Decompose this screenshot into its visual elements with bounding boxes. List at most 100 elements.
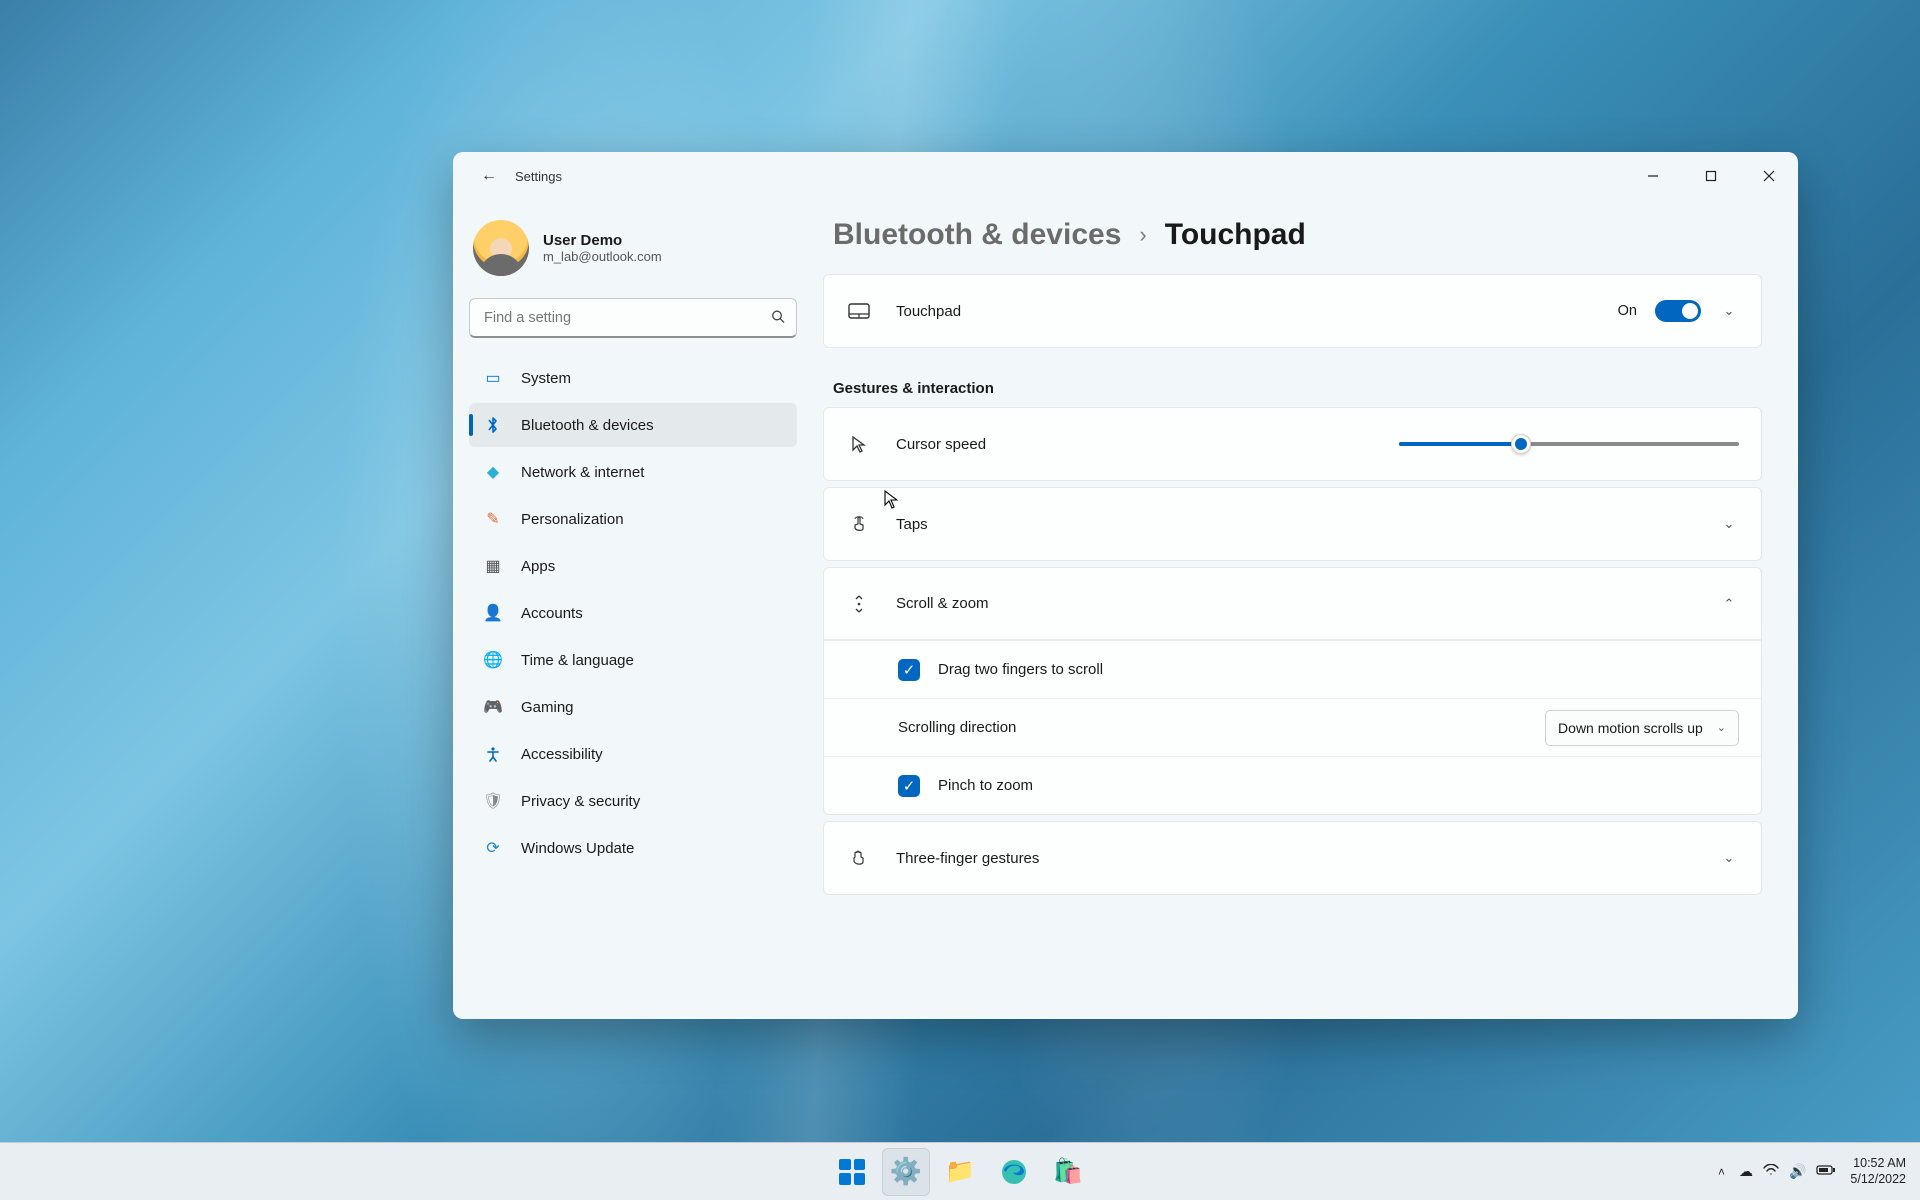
hand-icon	[846, 849, 872, 867]
sidebar-item-system[interactable]: ▭ System	[469, 356, 797, 400]
sidebar-item-time-language[interactable]: 🌐 Time & language	[469, 638, 797, 682]
sidebar-item-label: Privacy & security	[521, 793, 640, 810]
window-controls	[1624, 156, 1798, 196]
cursor-speed-card: Cursor speed	[823, 407, 1762, 481]
taskbar-app-explorer[interactable]: 📁	[936, 1148, 984, 1196]
cursor-speed-slider[interactable]	[1399, 442, 1739, 446]
wifi-icon: ◆	[483, 462, 503, 482]
pinch-zoom-checkbox[interactable]: ✓	[898, 775, 920, 797]
search-icon	[771, 310, 785, 327]
search-input[interactable]	[469, 298, 797, 338]
taskbar-app-store[interactable]: 🛍️	[1044, 1148, 1092, 1196]
sidebar-item-label: Gaming	[521, 699, 574, 716]
battery-icon	[1816, 1163, 1836, 1180]
main-content: Bluetooth & devices › Touchpad Touchpad …	[813, 200, 1798, 1019]
avatar	[473, 220, 529, 276]
chevron-down-icon: ⌄	[1717, 721, 1726, 734]
chevron-down-icon[interactable]: ⌄	[1719, 303, 1739, 319]
touchpad-card: Touchpad On ⌄	[823, 274, 1762, 348]
update-icon: ⟳	[483, 838, 503, 858]
sidebar-item-label: Bluetooth & devices	[521, 417, 654, 434]
volume-icon: 🔊	[1789, 1163, 1806, 1180]
scroll-icon	[846, 594, 872, 614]
taskbar-app-settings[interactable]: ⚙️	[882, 1148, 930, 1196]
arrow-left-icon: ←	[481, 167, 497, 185]
gear-icon: ⚙️	[890, 1156, 922, 1187]
wifi-icon	[1763, 1163, 1779, 1180]
pinch-zoom-label: Pinch to zoom	[938, 777, 1033, 794]
brush-icon: ✎	[483, 509, 503, 529]
drag-two-fingers-row: ✓ Drag two fingers to scroll	[824, 640, 1761, 698]
person-icon: 👤	[483, 603, 503, 623]
bluetooth-icon	[483, 415, 503, 435]
profile-block[interactable]: User Demo m_lab@outlook.com	[469, 212, 797, 286]
taps-row[interactable]: Taps ⌄	[824, 488, 1761, 560]
sidebar-item-accounts[interactable]: 👤 Accounts	[469, 591, 797, 635]
scrolling-direction-dropdown[interactable]: Down motion scrolls up ⌄	[1545, 710, 1739, 746]
windows-icon	[839, 1159, 865, 1185]
chevron-right-icon: ›	[1139, 222, 1146, 248]
taps-card: Taps ⌄	[823, 487, 1762, 561]
tray-expand-icon[interactable]: ˄	[1718, 1165, 1725, 1179]
sidebar-item-label: Personalization	[521, 511, 624, 528]
chevron-down-icon: ⌄	[1719, 850, 1739, 866]
clock-time: 10:52 AM	[1850, 1156, 1906, 1172]
touchpad-icon	[846, 303, 872, 319]
breadcrumb: Bluetooth & devices › Touchpad	[823, 218, 1762, 252]
search-wrap	[469, 298, 797, 338]
taskbar-app-edge[interactable]	[990, 1148, 1038, 1196]
edge-icon	[1000, 1158, 1028, 1186]
nav-list: ▭ System Bluetooth & devices ◆ Network &…	[469, 356, 797, 870]
chevron-down-icon: ⌄	[1719, 516, 1739, 532]
minimize-button[interactable]	[1624, 156, 1682, 196]
globe-icon: 🌐	[483, 650, 503, 670]
slider-fill	[1399, 442, 1521, 446]
tap-icon	[846, 515, 872, 533]
taskbar-right: ˄ ☁ 🔊 10:52 AM 5/12/2022	[1718, 1156, 1906, 1187]
profile-name: User Demo	[543, 232, 662, 249]
cursor-speed-label: Cursor speed	[896, 436, 986, 453]
three-finger-label: Three-finger gestures	[896, 850, 1039, 867]
sidebar: User Demo m_lab@outlook.com ▭ System	[453, 200, 813, 1019]
taskbar: ⚙️ 📁 🛍️ ˄ ☁ 🔊 10:52 AM 5/12/2022	[0, 1142, 1920, 1200]
three-finger-card: Three-finger gestures ⌄	[823, 821, 1762, 895]
system-tray[interactable]: ☁ 🔊	[1739, 1163, 1836, 1180]
sidebar-item-label: Accounts	[521, 605, 583, 622]
onedrive-icon: ☁	[1739, 1163, 1753, 1180]
cursor-icon	[846, 435, 872, 453]
section-gestures-title: Gestures & interaction	[833, 380, 1762, 397]
three-finger-row[interactable]: Three-finger gestures ⌄	[824, 822, 1761, 894]
scrolling-direction-row: Scrolling direction Down motion scrolls …	[824, 698, 1761, 756]
pinch-zoom-row: ✓ Pinch to zoom	[824, 756, 1761, 814]
touchpad-row[interactable]: Touchpad On ⌄	[824, 275, 1761, 347]
sidebar-item-privacy-security[interactable]: 🛡 Privacy & security	[469, 779, 797, 823]
slider-thumb[interactable]	[1511, 434, 1531, 454]
scroll-zoom-row[interactable]: Scroll & zoom ⌃	[824, 568, 1761, 640]
sidebar-item-label: Network & internet	[521, 464, 644, 481]
apps-icon: ▦	[483, 556, 503, 576]
folder-icon: 📁	[945, 1157, 975, 1186]
touchpad-label: Touchpad	[896, 303, 961, 320]
sidebar-item-windows-update[interactable]: ⟳ Windows Update	[469, 826, 797, 870]
maximize-button[interactable]	[1682, 156, 1740, 196]
sidebar-item-personalization[interactable]: ✎ Personalization	[469, 497, 797, 541]
sidebar-item-network[interactable]: ◆ Network & internet	[469, 450, 797, 494]
breadcrumb-parent[interactable]: Bluetooth & devices	[833, 218, 1121, 252]
clock-date: 5/12/2022	[1850, 1172, 1906, 1188]
back-button[interactable]: ←	[469, 156, 509, 196]
start-button[interactable]	[828, 1148, 876, 1196]
sidebar-item-apps[interactable]: ▦ Apps	[469, 544, 797, 588]
page-title: Touchpad	[1165, 218, 1306, 252]
drag-two-fingers-label: Drag two fingers to scroll	[938, 661, 1103, 678]
sidebar-item-gaming[interactable]: 🎮 Gaming	[469, 685, 797, 729]
close-button[interactable]	[1740, 156, 1798, 196]
touchpad-toggle[interactable]	[1655, 300, 1701, 322]
sidebar-item-bluetooth-devices[interactable]: Bluetooth & devices	[469, 403, 797, 447]
settings-window: ← Settings User Demo m_lab@outlook.com	[453, 152, 1798, 1019]
sidebar-item-accessibility[interactable]: Accessibility	[469, 732, 797, 776]
accessibility-icon	[483, 744, 503, 764]
clock[interactable]: 10:52 AM 5/12/2022	[1850, 1156, 1906, 1187]
scrolling-direction-label: Scrolling direction	[898, 719, 1016, 736]
scroll-zoom-card: Scroll & zoom ⌃ ✓ Drag two fingers to sc…	[823, 567, 1762, 815]
drag-two-fingers-checkbox[interactable]: ✓	[898, 659, 920, 681]
